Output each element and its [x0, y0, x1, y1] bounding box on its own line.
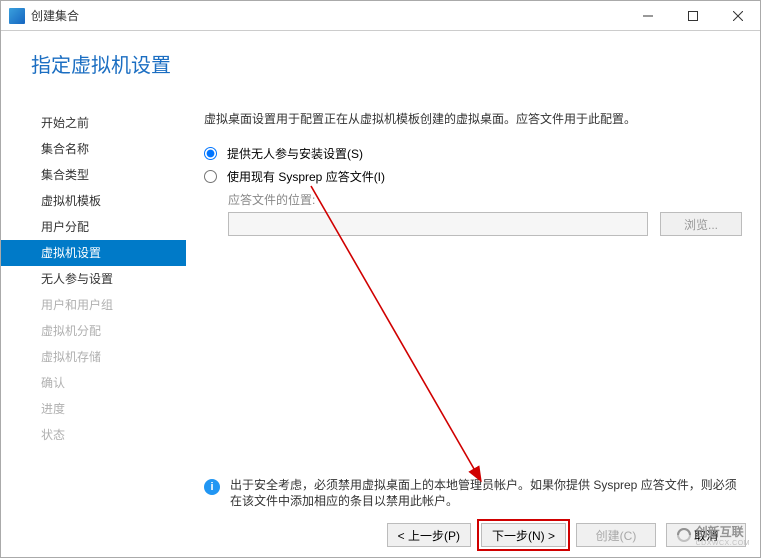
sidebar-item-11: 进度: [1, 396, 186, 422]
next-button[interactable]: 下一步(N) >: [481, 523, 566, 547]
sidebar-item-1[interactable]: 集合名称: [1, 136, 186, 162]
sidebar-item-10: 确认: [1, 370, 186, 396]
path-label: 应答文件的位置:: [228, 191, 742, 208]
sidebar-item-0[interactable]: 开始之前: [1, 110, 186, 136]
window-title: 创建集合: [31, 7, 79, 24]
minimize-button[interactable]: [625, 1, 670, 30]
info-icon: i: [204, 479, 220, 495]
create-button: 创建(C): [576, 523, 656, 547]
main-panel: 虚拟桌面设置用于配置正在从虚拟机模板创建的虚拟桌面。应答文件用于此配置。 提供无…: [186, 96, 748, 557]
radio-sysprep[interactable]: 使用现有 Sysprep 应答文件(I): [204, 168, 742, 185]
sidebar-item-5[interactable]: 虚拟机设置: [1, 240, 186, 266]
sidebar-item-12: 状态: [1, 422, 186, 448]
app-icon: [9, 8, 25, 24]
radio-unattended-input[interactable]: [204, 147, 217, 160]
radio-unattended[interactable]: 提供无人参与安装设置(S): [204, 145, 742, 162]
page-title: 指定虚拟机设置: [1, 31, 760, 96]
radio-unattended-label: 提供无人参与安装设置(S): [227, 145, 363, 162]
sidebar: 开始之前集合名称集合类型虚拟机模板用户分配虚拟机设置无人参与设置用户和用户组虚拟…: [1, 96, 186, 557]
sidebar-item-8: 虚拟机分配: [1, 318, 186, 344]
titlebar: 创建集合: [1, 1, 760, 31]
sidebar-item-6[interactable]: 无人参与设置: [1, 266, 186, 292]
watermark: 创新互联 CDXWCX.COM: [676, 523, 750, 547]
sidebar-item-4[interactable]: 用户分配: [1, 214, 186, 240]
radio-sysprep-input[interactable]: [204, 170, 217, 183]
prev-button[interactable]: < 上一步(P): [387, 523, 471, 547]
description-text: 虚拟桌面设置用于配置正在从虚拟机模板创建的虚拟桌面。应答文件用于此配置。: [204, 110, 742, 127]
radio-sysprep-label: 使用现有 Sysprep 应答文件(I): [227, 168, 385, 185]
maximize-button[interactable]: [670, 1, 715, 30]
sidebar-item-7: 用户和用户组: [1, 292, 186, 318]
sidebar-item-2[interactable]: 集合类型: [1, 162, 186, 188]
answer-file-path-input: [228, 212, 648, 236]
sidebar-item-9: 虚拟机存储: [1, 344, 186, 370]
sidebar-item-3[interactable]: 虚拟机模板: [1, 188, 186, 214]
close-button[interactable]: [715, 1, 760, 30]
browse-button: 浏览...: [660, 212, 742, 236]
info-text: 出于安全考虑，必须禁用虚拟桌面上的本地管理员帐户。如果你提供 Sysprep 应…: [230, 477, 742, 509]
